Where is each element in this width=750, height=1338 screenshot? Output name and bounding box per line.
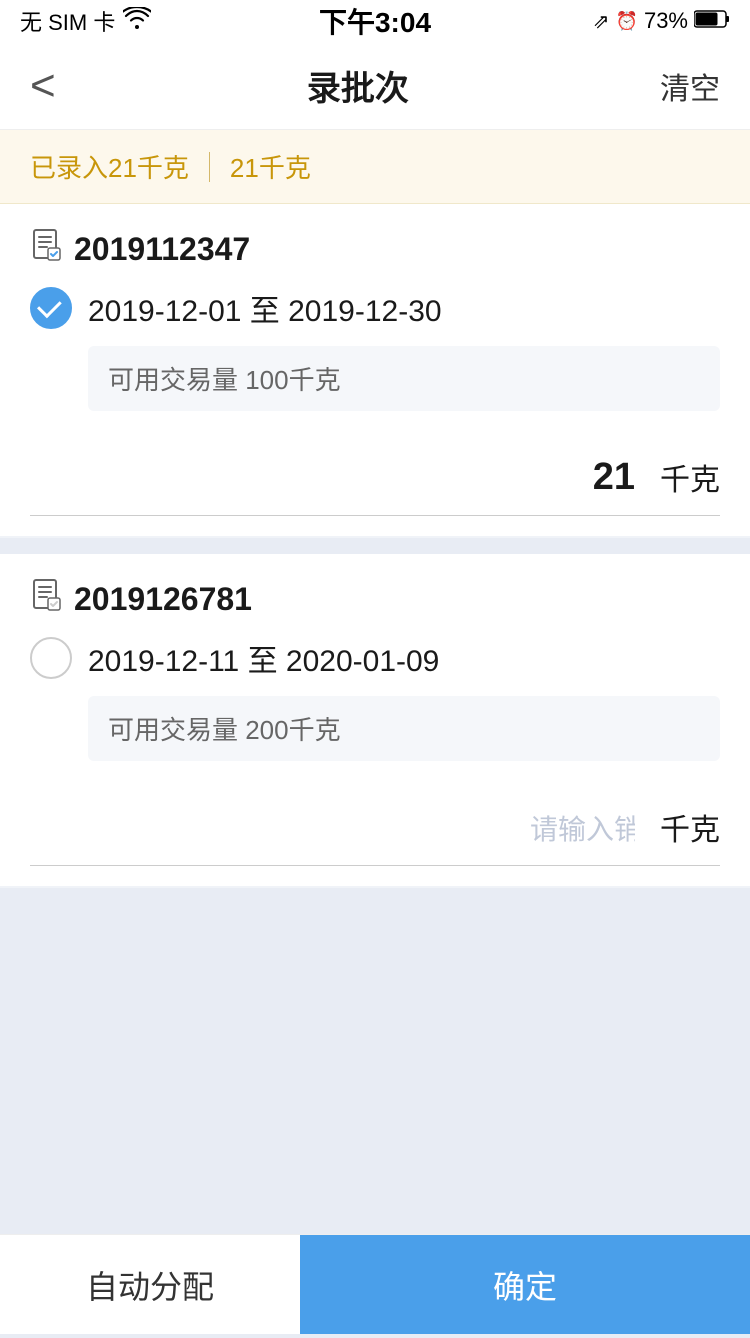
- info-value: 21千克: [230, 148, 311, 185]
- auto-distribute-button[interactable]: 自动分配: [0, 1235, 300, 1334]
- nav-bar: < 录批次 清空: [0, 42, 750, 130]
- batch-2-date-row[interactable]: 2019-12-11 至 2020-01-09: [30, 636, 720, 680]
- batch-1-radio[interactable]: [30, 287, 72, 329]
- bottom-bar: 自动分配 确定: [0, 1234, 750, 1334]
- status-time: 下午3:04: [319, 1, 431, 41]
- batch-2-unit: 千克: [660, 805, 720, 849]
- batch-card-1: 2019112347 2019-12-01 至 2019-12-30 可用交易量…: [0, 204, 750, 536]
- location-icon: ⇗: [593, 9, 610, 34]
- doc-icon-2: [30, 578, 64, 620]
- batch-2-available: 可用交易量 200千克: [88, 696, 720, 761]
- batch-2-header: 2019126781: [30, 578, 720, 620]
- batch-2-quantity-row: 千克: [0, 785, 750, 865]
- batch-1-date: 2019-12-01 至 2019-12-30: [88, 286, 442, 330]
- batch-2-date: 2019-12-11 至 2020-01-09: [88, 636, 439, 680]
- batch-1-unit: 千克: [660, 455, 720, 499]
- status-bar: 无 SIM 卡 下午3:04 ⇗ ⏰ 73%: [0, 0, 750, 42]
- status-carrier: 无 SIM 卡: [20, 5, 151, 37]
- info-banner: 已录入21千克 21千克: [0, 130, 750, 204]
- doc-icon-1: [30, 228, 64, 270]
- batch-card-1-inner: 2019112347 2019-12-01 至 2019-12-30 可用交易量…: [0, 204, 750, 435]
- section-separator: [0, 538, 750, 554]
- status-right: ⇗ ⏰ 73%: [593, 8, 730, 34]
- batch-1-header: 2019112347: [30, 228, 720, 270]
- batch-2-radio[interactable]: [30, 637, 72, 679]
- alarm-icon: ⏰: [616, 11, 638, 32]
- batch-1-id: 2019112347: [74, 231, 250, 268]
- battery-icon: [694, 8, 730, 34]
- wifi-icon: [123, 7, 151, 35]
- confirm-button[interactable]: 确定: [300, 1235, 750, 1334]
- info-entered-label: 已录入21千克: [30, 148, 189, 185]
- batch-1-quantity-row: 千克: [0, 435, 750, 515]
- battery-percent: 73%: [644, 8, 688, 34]
- info-divider: [209, 152, 210, 182]
- back-button[interactable]: <: [20, 51, 66, 121]
- carrier-text: 无 SIM 卡: [20, 5, 115, 37]
- batch-card-2-inner: 2019126781 2019-12-11 至 2020-01-09 可用交易量…: [0, 554, 750, 785]
- batch-2-quantity-input[interactable]: [530, 806, 650, 849]
- batch-1-available: 可用交易量 100千克: [88, 346, 720, 411]
- clear-button[interactable]: 清空: [660, 64, 720, 108]
- content-area: 2019112347 2019-12-01 至 2019-12-30 可用交易量…: [0, 204, 750, 1338]
- batch-card-2: 2019126781 2019-12-11 至 2020-01-09 可用交易量…: [0, 554, 750, 886]
- batch-1-quantity-input[interactable]: [530, 456, 650, 499]
- batch-2-id: 2019126781: [74, 581, 252, 618]
- batch-1-date-row[interactable]: 2019-12-01 至 2019-12-30: [30, 286, 720, 330]
- page-title: 录批次: [307, 61, 409, 110]
